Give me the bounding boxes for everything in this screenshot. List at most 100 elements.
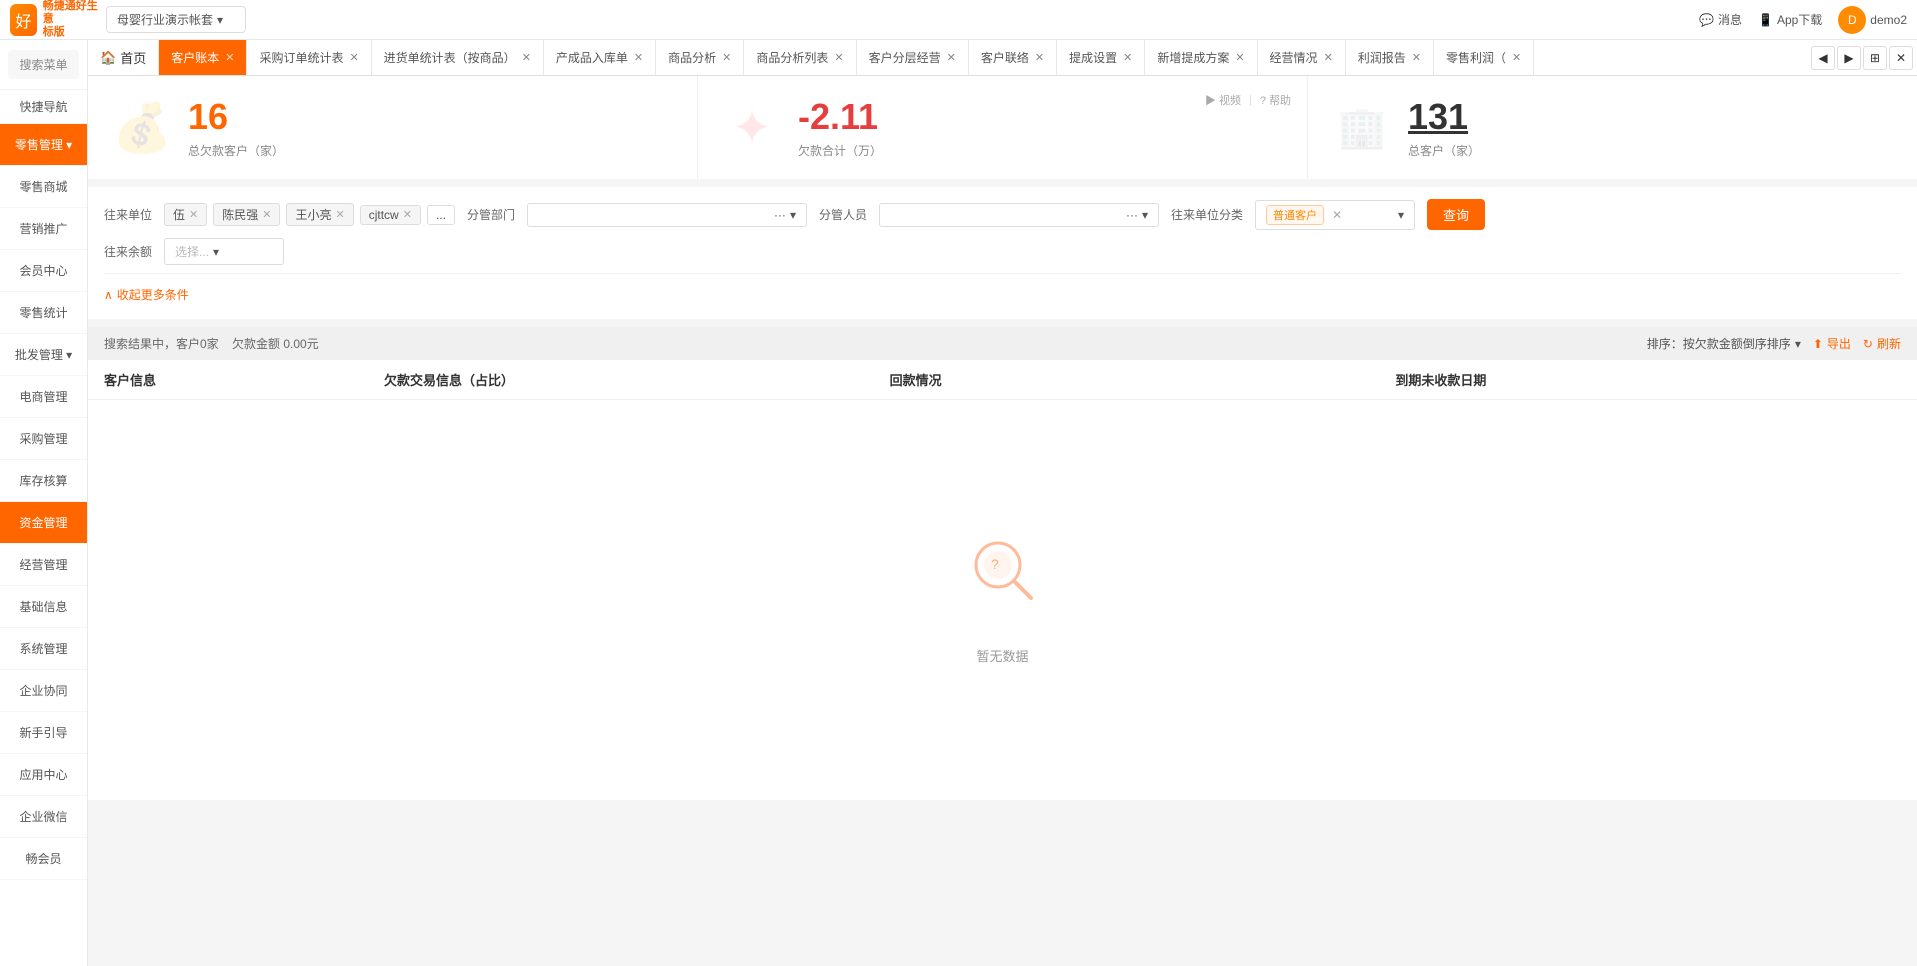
chevron-up-icon: ∧ xyxy=(104,288,113,302)
content-area: 🏠 首页 客户账本 ✕ 采购订单统计表 ✕ 进货单统计表（按商品） ✕ 产成品入… xyxy=(88,40,1917,966)
staff-select[interactable]: ··· ▾ xyxy=(879,203,1159,227)
filter-tag-wu[interactable]: 伍 ✕ xyxy=(164,203,207,226)
sort-select[interactable]: 排序：按欠款金额倒序排序 ▾ xyxy=(1647,335,1801,352)
tenant-select[interactable]: 母婴行业演示帐套 ▾ xyxy=(106,6,246,33)
tab-operations-status[interactable]: 经营情况 ✕ xyxy=(1258,40,1346,76)
chevron-down-staff: ▾ xyxy=(1142,208,1148,222)
sidebar: 搜索菜单 快捷导航 零售管理 ▾ 零售商城 营销推广 会员中心 零售统计 批发管… xyxy=(0,40,88,966)
user-avatar[interactable]: D demo2 xyxy=(1838,6,1907,34)
sidebar-item-wholesale-mgmt[interactable]: 批发管理 ▾ xyxy=(0,334,87,376)
query-button[interactable]: 查询 xyxy=(1427,199,1485,230)
dept-filter-label: 分管部门 xyxy=(467,206,515,223)
refresh-button[interactable]: ↻ 刷新 xyxy=(1863,335,1901,352)
tab-promotion-settings[interactable]: 提成设置 ✕ xyxy=(1057,40,1145,76)
tab-new-promotion-plan[interactable]: 新增提成方案 ✕ xyxy=(1145,40,1257,76)
avatar-img: D xyxy=(1838,6,1866,34)
app-icon: 📱 xyxy=(1758,13,1773,27)
sidebar-item-member-center[interactable]: 会员中心 xyxy=(0,250,87,292)
tab-home[interactable]: 🏠 首页 xyxy=(88,40,159,76)
tab-close-icon[interactable]: ✕ xyxy=(1235,51,1244,64)
sidebar-item-basic-info[interactable]: 基础信息 xyxy=(0,586,87,628)
sidebar-item-retail-stats[interactable]: 零售统计 xyxy=(0,292,87,334)
tab-close-icon[interactable]: ✕ xyxy=(349,51,358,64)
export-button[interactable]: ⬆ 导出 xyxy=(1813,335,1851,352)
customers-icon: 💰 xyxy=(112,98,172,158)
filter-tag-more[interactable]: ... xyxy=(427,205,455,225)
sidebar-item-retail-mgmt[interactable]: 零售管理 ▾ xyxy=(0,124,87,166)
stat-help-area: ▶ 视频 | ? 帮助 xyxy=(1205,92,1291,108)
tabs-close-all-button[interactable]: ✕ xyxy=(1889,46,1913,70)
page-content: 💰 16 总欠款客户（家） ✦ -2.11 欠款合计（万） xyxy=(88,76,1917,966)
tab-customer-segment[interactable]: 客户分层经营 ✕ xyxy=(857,40,969,76)
top-bar-right: 💬 消息 📱 App下载 D demo2 xyxy=(1699,6,1907,34)
tab-product-analysis-list[interactable]: 商品分析列表 ✕ xyxy=(744,40,856,76)
col-transaction-info: 欠款交易信息（占比） xyxy=(384,370,890,389)
tab-close-icon[interactable]: ✕ xyxy=(522,51,531,64)
tab-close-icon[interactable]: ✕ xyxy=(1035,51,1044,64)
filter-tag-wang[interactable]: 王小亮 ✕ xyxy=(286,203,353,226)
tab-production-entry[interactable]: 产成品入库单 ✕ xyxy=(544,40,656,76)
tag-close-cjttcw[interactable]: ✕ xyxy=(403,208,412,221)
tab-customer-book[interactable]: 客户账本 ✕ xyxy=(159,40,247,76)
sidebar-item-purchase-mgmt[interactable]: 采购管理 xyxy=(0,418,87,460)
tab-close-icon[interactable]: ✕ xyxy=(1512,51,1521,64)
unit-type-select[interactable]: 普通客户 ✕ ▾ xyxy=(1255,200,1415,230)
tab-incoming-stats[interactable]: 进货单统计表（按商品） ✕ xyxy=(372,40,544,76)
building-icon: 🏢 xyxy=(1332,98,1392,158)
tab-retail-profit[interactable]: 零售利润（ ✕ xyxy=(1434,40,1534,76)
tag-close-wang[interactable]: ✕ xyxy=(336,208,345,221)
help-button[interactable]: ? 帮助 xyxy=(1260,92,1291,108)
tenant-label: 母婴行业演示帐套 xyxy=(117,11,213,28)
filter-tag-cjttcw[interactable]: cjttcw ✕ xyxy=(360,205,421,225)
dept-select[interactable]: ··· ▾ xyxy=(527,203,807,227)
tabs-next-button[interactable]: ▶ xyxy=(1837,46,1861,70)
sidebar-item-system-mgmt[interactable]: 系统管理 xyxy=(0,628,87,670)
col-customer-info: 客户信息 xyxy=(104,370,384,389)
tabs-prev-button[interactable]: ◀ xyxy=(1811,46,1835,70)
sidebar-item-app-center[interactable]: 应用中心 xyxy=(0,754,87,796)
sidebar-item-capital-mgmt[interactable]: 资金管理 xyxy=(0,502,87,544)
tab-close-icon[interactable]: ✕ xyxy=(1412,51,1421,64)
sidebar-item-marketing[interactable]: 营销推广 xyxy=(0,208,87,250)
tab-customer-contact[interactable]: 客户联络 ✕ xyxy=(969,40,1057,76)
chevron-down-sort: ▾ xyxy=(1795,337,1801,351)
sidebar-item-new-guide[interactable]: 新手引导 xyxy=(0,712,87,754)
tab-close-icon[interactable]: ✕ xyxy=(1123,51,1132,64)
app-download-button[interactable]: 📱 App下载 xyxy=(1758,11,1822,28)
tab-profit-report[interactable]: 利润报告 ✕ xyxy=(1346,40,1434,76)
sidebar-item-operations-mgmt[interactable]: 经营管理 xyxy=(0,544,87,586)
top-bar: 好 畅捷通好生意 标版 母婴行业演示帐套 ▾ 💬 消息 📱 App下载 D de… xyxy=(0,0,1917,40)
tabs-bar: 🏠 首页 客户账本 ✕ 采购订单统计表 ✕ 进货单统计表（按商品） ✕ 产成品入… xyxy=(88,40,1917,76)
tab-close-icon[interactable]: ✕ xyxy=(722,51,731,64)
sidebar-item-enterprise-collab[interactable]: 企业协同 xyxy=(0,670,87,712)
tab-close-icon[interactable]: ✕ xyxy=(225,51,234,64)
collapse-filter-button[interactable]: ∧ 收起更多条件 xyxy=(104,282,1901,307)
message-icon: 💬 xyxy=(1699,13,1714,27)
tab-product-analysis[interactable]: 商品分析 ✕ xyxy=(656,40,744,76)
tag-close-customer-type[interactable]: ✕ xyxy=(1332,208,1342,222)
logo-icon: 好 xyxy=(10,4,37,36)
chevron-down-unit-type: ▾ xyxy=(1398,208,1404,222)
tab-close-icon[interactable]: ✕ xyxy=(947,51,956,64)
tab-close-icon[interactable]: ✕ xyxy=(834,51,843,64)
message-button[interactable]: 💬 消息 xyxy=(1699,11,1742,28)
sidebar-item-member-plus[interactable]: 畅会员 xyxy=(0,838,87,880)
tab-purchase-order-stats[interactable]: 采购订单统计表 ✕ xyxy=(247,40,371,76)
balance-select[interactable]: 选择... ▾ xyxy=(164,238,284,265)
sidebar-item-inventory-check[interactable]: 库存核算 xyxy=(0,460,87,502)
tab-close-icon[interactable]: ✕ xyxy=(1324,51,1333,64)
stat-info-amount: -2.11 欠款合计（万） xyxy=(798,96,882,159)
sidebar-item-retail-mall[interactable]: 零售商城 xyxy=(0,166,87,208)
search-menu-button[interactable]: 搜索菜单 xyxy=(8,50,79,79)
filter-tag-chen[interactable]: 陈民强 ✕ xyxy=(213,203,280,226)
result-bar: 搜索结果中，客户0家 欠款金额 0.00元 排序：按欠款金额倒序排序 ▾ ⬆ 导… xyxy=(88,327,1917,360)
tag-close-chen[interactable]: ✕ xyxy=(262,208,271,221)
quick-nav-button[interactable]: 快捷导航 xyxy=(0,90,87,124)
sidebar-item-enterprise-wechat[interactable]: 企业微信 xyxy=(0,796,87,838)
tab-close-icon[interactable]: ✕ xyxy=(634,51,643,64)
export-icon: ⬆ xyxy=(1813,337,1823,351)
tag-close-wu[interactable]: ✕ xyxy=(189,208,198,221)
tabs-expand-button[interactable]: ⊞ xyxy=(1863,46,1887,70)
video-button[interactable]: ▶ 视频 xyxy=(1205,92,1241,108)
sidebar-item-ecommerce-mgmt[interactable]: 电商管理 xyxy=(0,376,87,418)
